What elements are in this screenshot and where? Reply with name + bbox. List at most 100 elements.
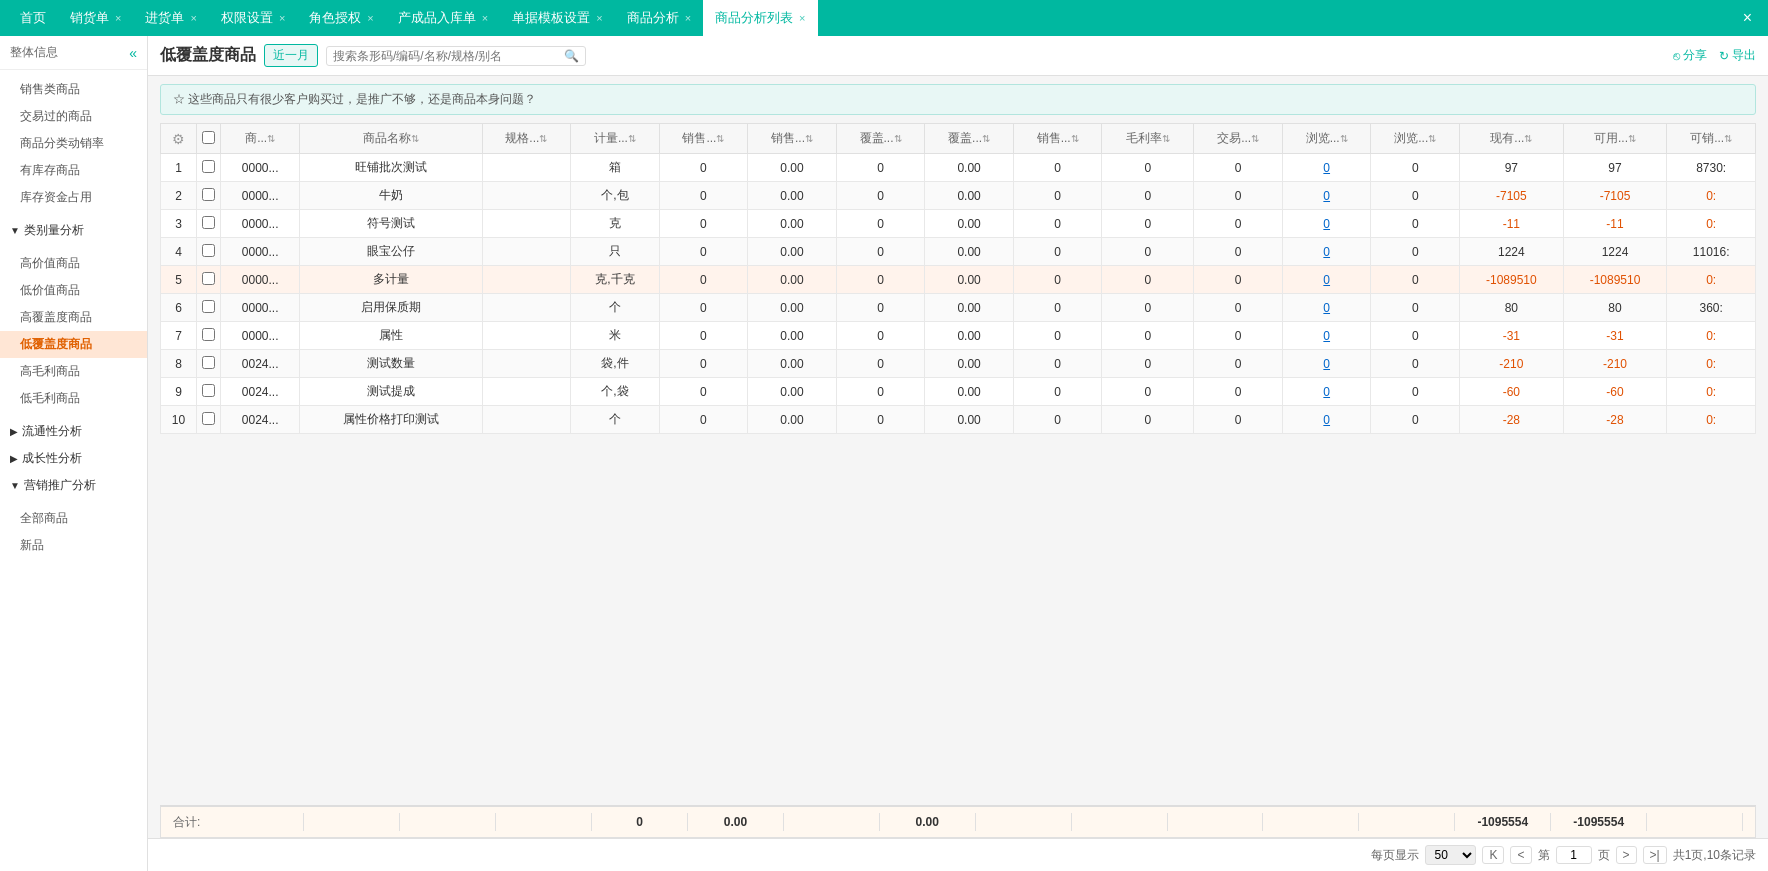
- cell-checkbox[interactable]: [197, 210, 221, 238]
- cell-browse1[interactable]: 0: [1282, 406, 1371, 434]
- col-spec[interactable]: 规格...⇅: [482, 124, 571, 154]
- cell-browse1[interactable]: 0: [1282, 294, 1371, 322]
- row-checkbox[interactable]: [202, 328, 215, 341]
- sidebar-collapse-icon[interactable]: «: [129, 45, 137, 61]
- per-page-select[interactable]: 50 100 200: [1425, 845, 1476, 865]
- cell-name: 眼宝公仔: [300, 238, 482, 266]
- search-icon[interactable]: 🔍: [564, 49, 579, 63]
- sidebar-item-high-value[interactable]: 高价值商品: [0, 250, 147, 277]
- nav-tab-permissions[interactable]: 权限设置 ×: [209, 0, 297, 36]
- sidebar-item-all-goods[interactable]: 全部商品: [0, 505, 147, 532]
- last-page-button[interactable]: >|: [1643, 846, 1667, 864]
- sidebar-item-stocked-goods[interactable]: 有库存商品: [0, 157, 147, 184]
- col-sales-amt[interactable]: 销售...⇅: [748, 124, 837, 154]
- close-icon[interactable]: ×: [482, 12, 488, 24]
- row-checkbox[interactable]: [202, 244, 215, 257]
- row-checkbox[interactable]: [202, 384, 215, 397]
- col-gross-rate[interactable]: 毛利率⇅: [1102, 124, 1194, 154]
- cell-checkbox[interactable]: [197, 182, 221, 210]
- sidebar-item-sales-goods[interactable]: 销售类商品: [0, 76, 147, 103]
- cell-browse1[interactable]: 0: [1282, 238, 1371, 266]
- sidebar-item-category-rate[interactable]: 商品分类动销率: [0, 130, 147, 157]
- nav-tab-sales[interactable]: 销货单 ×: [58, 0, 133, 36]
- sidebar-group-flow[interactable]: ▶ 流通性分析: [0, 418, 147, 445]
- col-browse2[interactable]: 浏览...⇅: [1371, 124, 1460, 154]
- cell-checkbox[interactable]: [197, 350, 221, 378]
- cell-browse1[interactable]: 0: [1282, 350, 1371, 378]
- cell-browse1[interactable]: 0: [1282, 182, 1371, 210]
- select-all-checkbox[interactable]: [202, 131, 215, 144]
- nav-tab-analysis[interactable]: 商品分析 ×: [615, 0, 703, 36]
- header-actions: ⎋ 分享 ↻ 导出: [1673, 47, 1756, 64]
- sidebar-group-growth[interactable]: ▶ 成长性分析: [0, 445, 147, 472]
- sidebar-group-category[interactable]: ▼ 类别量分析: [0, 217, 147, 244]
- row-checkbox[interactable]: [202, 216, 215, 229]
- close-icon[interactable]: ×: [279, 12, 285, 24]
- col-saleable[interactable]: 可销...⇅: [1667, 124, 1756, 154]
- cell-name: 属性: [300, 322, 482, 350]
- col-available[interactable]: 可用...⇅: [1563, 124, 1667, 154]
- settings-icon[interactable]: ⚙: [172, 131, 185, 147]
- sidebar-item-new-goods[interactable]: 新品: [0, 532, 147, 559]
- col-sales-qty[interactable]: 销售...⇅: [659, 124, 748, 154]
- next-page-button[interactable]: >: [1616, 846, 1637, 864]
- prev-page-button[interactable]: <: [1510, 846, 1531, 864]
- col-name[interactable]: 商品名称⇅: [300, 124, 482, 154]
- nav-tab-purchase[interactable]: 进货单 ×: [133, 0, 208, 36]
- col-unit[interactable]: 计量...⇅: [571, 124, 660, 154]
- close-icon[interactable]: ×: [190, 12, 196, 24]
- sidebar-item-low-value[interactable]: 低价值商品: [0, 277, 147, 304]
- nav-tab-home[interactable]: 首页: [8, 0, 58, 36]
- row-checkbox[interactable]: [202, 160, 215, 173]
- cell-checkbox[interactable]: [197, 266, 221, 294]
- sidebar-item-low-gross[interactable]: 低毛利商品: [0, 385, 147, 412]
- col-code[interactable]: 商...⇅: [221, 124, 300, 154]
- export-button[interactable]: ↻ 导出: [1719, 47, 1756, 64]
- col-sales2[interactable]: 销售...⇅: [1013, 124, 1102, 154]
- share-button[interactable]: ⎋ 分享: [1673, 47, 1707, 64]
- row-checkbox[interactable]: [202, 272, 215, 285]
- cell-checkbox[interactable]: [197, 378, 221, 406]
- cell-name: 旺铺批次测试: [300, 154, 482, 182]
- col-coverage2[interactable]: 覆盖...⇅: [925, 124, 1014, 154]
- cell-checkbox[interactable]: [197, 406, 221, 434]
- row-checkbox[interactable]: [202, 412, 215, 425]
- cell-browse1[interactable]: 0: [1282, 266, 1371, 294]
- close-all-button[interactable]: ×: [1735, 9, 1760, 27]
- row-checkbox[interactable]: [202, 188, 215, 201]
- sidebar-item-traded-goods[interactable]: 交易过的商品: [0, 103, 147, 130]
- row-checkbox[interactable]: [202, 300, 215, 313]
- cell-c2: 0.00: [925, 182, 1014, 210]
- cell-browse1[interactable]: 0: [1282, 210, 1371, 238]
- cell-browse1[interactable]: 0: [1282, 322, 1371, 350]
- col-browse1[interactable]: 浏览...⇅: [1282, 124, 1371, 154]
- cell-checkbox[interactable]: [197, 322, 221, 350]
- cell-checkbox[interactable]: [197, 294, 221, 322]
- close-icon[interactable]: ×: [685, 12, 691, 24]
- col-coverage1[interactable]: 覆盖...⇅: [836, 124, 925, 154]
- close-icon[interactable]: ×: [596, 12, 602, 24]
- sidebar-group-marketing[interactable]: ▼ 营销推广分析: [0, 472, 147, 499]
- sidebar-item-inventory-fund[interactable]: 库存资金占用: [0, 184, 147, 211]
- col-trade[interactable]: 交易...⇅: [1194, 124, 1283, 154]
- sidebar-item-high-coverage[interactable]: 高覆盖度商品: [0, 304, 147, 331]
- cell-browse1[interactable]: 0: [1282, 154, 1371, 182]
- sidebar-item-high-gross[interactable]: 高毛利商品: [0, 358, 147, 385]
- cell-browse1[interactable]: 0: [1282, 378, 1371, 406]
- nav-tab-inventory[interactable]: 产成品入库单 ×: [386, 0, 500, 36]
- cell-checkbox[interactable]: [197, 238, 221, 266]
- row-checkbox[interactable]: [202, 356, 215, 369]
- search-input[interactable]: [333, 49, 560, 63]
- nav-tab-templates[interactable]: 单据模板设置 ×: [500, 0, 614, 36]
- close-icon[interactable]: ×: [115, 12, 121, 24]
- nav-tab-analysis-list[interactable]: 商品分析列表 ×: [703, 0, 817, 36]
- sidebar-item-low-coverage[interactable]: 低覆盖度商品: [0, 331, 147, 358]
- close-icon[interactable]: ×: [799, 12, 805, 24]
- nav-tab-roles[interactable]: 角色授权 ×: [297, 0, 385, 36]
- close-icon[interactable]: ×: [367, 12, 373, 24]
- cell-checkbox[interactable]: [197, 154, 221, 182]
- col-current[interactable]: 现有...⇅: [1460, 124, 1564, 154]
- page-number-input[interactable]: [1556, 846, 1592, 864]
- first-page-button[interactable]: K: [1482, 846, 1504, 864]
- filter-recent-month[interactable]: 近一月: [264, 44, 318, 67]
